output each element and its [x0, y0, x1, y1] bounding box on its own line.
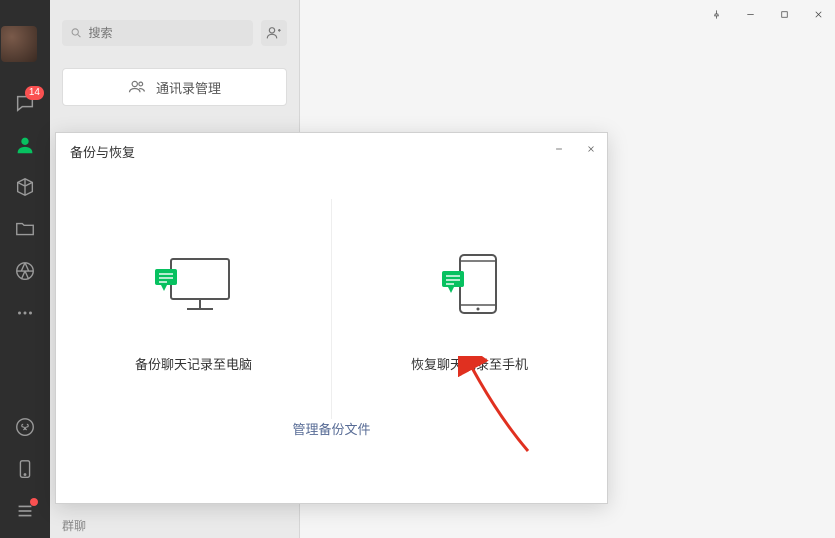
search-input[interactable] [89, 26, 245, 40]
nav-phone[interactable] [0, 448, 50, 490]
restore-label: 恢复聊天记录至手机 [411, 354, 528, 373]
add-friend-button[interactable] [261, 20, 287, 46]
window-controls [699, 0, 835, 28]
pin-button[interactable] [699, 0, 733, 28]
manage-backups-link[interactable]: 管理备份文件 [292, 422, 370, 437]
backup-to-pc-option[interactable]: 备份聊天记录至电脑 [56, 199, 332, 419]
nav-chat[interactable]: 14 [0, 82, 50, 124]
aperture-icon [14, 260, 36, 282]
maximize-button[interactable] [767, 0, 801, 28]
add-friend-icon [266, 25, 282, 41]
close-icon [813, 9, 824, 20]
folder-icon [14, 218, 36, 240]
close-icon [586, 144, 596, 154]
miniprogram-icon [14, 416, 36, 438]
close-button[interactable] [801, 0, 835, 28]
nav-more[interactable] [0, 292, 50, 334]
minimize-icon [554, 144, 564, 154]
nav-contacts[interactable] [0, 124, 50, 166]
backup-label: 备份聊天记录至电脑 [135, 354, 252, 373]
backup-restore-dialog: 备份与恢复 [55, 132, 608, 504]
nav-menu[interactable] [0, 490, 50, 532]
cube-icon [14, 176, 36, 198]
dialog-title: 备份与恢复 [70, 142, 135, 161]
notification-dot [30, 498, 38, 506]
nav-miniprogram[interactable] [0, 406, 50, 448]
contacts-icon [14, 134, 36, 156]
nav-files[interactable] [0, 208, 50, 250]
contacts-manage-label: 通讯录管理 [156, 78, 221, 97]
contacts-manage-button[interactable]: 通讯录管理 [62, 68, 287, 106]
pc-backup-icon [149, 246, 239, 326]
search-box[interactable] [62, 20, 253, 46]
nav-favorites[interactable] [0, 166, 50, 208]
maximize-icon [779, 9, 790, 20]
people-icon [128, 78, 146, 96]
app-sidebar: 14 [0, 0, 50, 538]
avatar[interactable] [1, 26, 37, 62]
restore-to-phone-option[interactable]: 恢复聊天记录至手机 [332, 199, 607, 419]
search-icon [70, 26, 83, 40]
phone-restore-icon [430, 246, 510, 326]
dialog-header: 备份与恢复 [56, 133, 607, 169]
nav-moments[interactable] [0, 250, 50, 292]
dialog-close-button[interactable] [575, 133, 607, 165]
group-chat-section-label: 群聊 [62, 517, 86, 534]
dialog-footer: 管理备份文件 [56, 419, 607, 438]
minimize-icon [745, 9, 756, 20]
phone-icon [14, 458, 36, 480]
pin-icon [711, 9, 722, 20]
minimize-button[interactable] [733, 0, 767, 28]
chat-badge: 14 [25, 86, 44, 100]
dialog-minimize-button[interactable] [543, 133, 575, 165]
more-icon [14, 302, 36, 324]
